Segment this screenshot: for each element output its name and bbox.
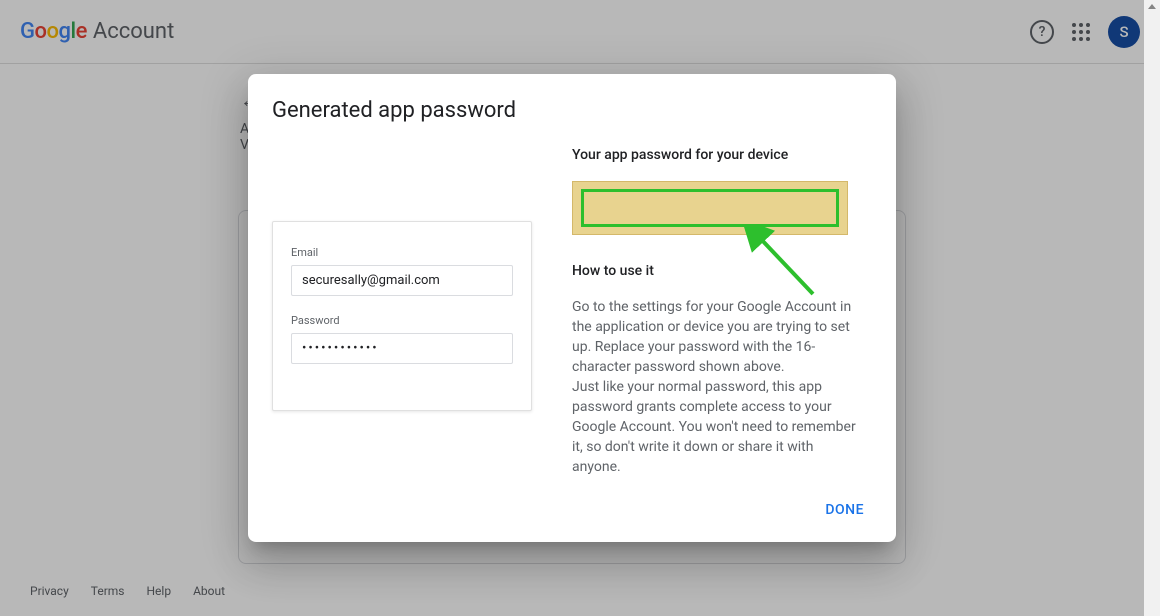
scrollbar[interactable] bbox=[1144, 0, 1160, 616]
instructions-text: Go to the settings for your Google Accou… bbox=[572, 297, 864, 477]
password-highlight-border bbox=[581, 189, 839, 227]
credentials-preview: Email Password •••••••••••• bbox=[272, 147, 532, 477]
password-heading: Your app password for your device bbox=[572, 147, 864, 163]
instructions-panel: Your app password for your device How to… bbox=[572, 147, 872, 477]
app-password-dialog: Generated app password Email Password ••… bbox=[248, 74, 896, 542]
password-field[interactable]: •••••••••••• bbox=[291, 333, 513, 364]
email-label: Email bbox=[291, 246, 513, 259]
done-button[interactable]: DONE bbox=[825, 502, 864, 518]
howto-heading: How to use it bbox=[572, 263, 864, 279]
generated-password-box[interactable] bbox=[572, 181, 848, 235]
password-label: Password bbox=[291, 314, 513, 327]
dialog-title: Generated app password bbox=[272, 98, 872, 123]
dialog-body: Email Password •••••••••••• Your app pas… bbox=[272, 147, 872, 477]
credentials-card: Email Password •••••••••••• bbox=[272, 221, 532, 411]
scrollbar-up-icon[interactable] bbox=[1148, 4, 1156, 9]
email-field[interactable] bbox=[291, 265, 513, 296]
